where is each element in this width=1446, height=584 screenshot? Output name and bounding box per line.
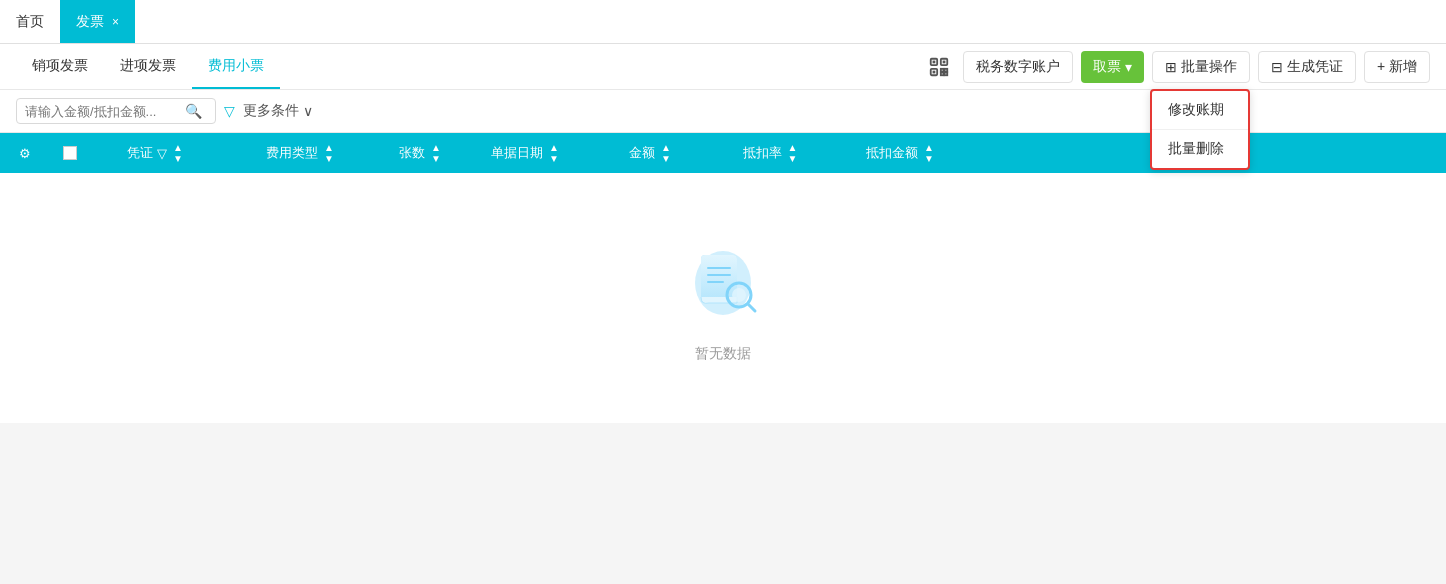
fetch-ticket-arrow: ▾ xyxy=(1125,59,1132,75)
generate-voucher-button[interactable]: ⊟ 生成凭证 xyxy=(1258,51,1356,83)
invoice-tab[interactable]: 发票 × xyxy=(60,0,135,43)
svg-rect-8 xyxy=(943,60,946,63)
date-sort: ▲▼ xyxy=(549,142,559,164)
batch-ops-label: 批量操作 xyxy=(1181,58,1237,76)
voucher-label: 凭证 xyxy=(127,144,153,162)
th-amount[interactable]: 金额 ▲▼ xyxy=(590,133,710,173)
th-checkbox[interactable] xyxy=(50,133,90,173)
modify-period-item[interactable]: 修改账期 xyxy=(1152,91,1248,129)
empty-icon xyxy=(673,233,773,333)
th-count[interactable]: 张数 ▲▼ xyxy=(380,133,460,173)
filter-icon: ▽ xyxy=(224,103,235,119)
svg-line-18 xyxy=(748,304,755,311)
invoice-tab-label: 发票 xyxy=(76,13,104,31)
fetch-ticket-label: 取票 xyxy=(1093,58,1121,76)
date-label: 单据日期 xyxy=(491,144,543,162)
generate-icon: ⊟ xyxy=(1271,59,1283,75)
expense-type-label: 费用类型 xyxy=(266,144,318,162)
deduct-amount-sort: ▲▼ xyxy=(924,142,934,164)
empty-state: 暂无数据 xyxy=(0,173,1446,423)
add-new-label: + 新增 xyxy=(1377,58,1417,76)
batch-ops-button[interactable]: ⊞ 批量操作 xyxy=(1152,51,1250,83)
svg-rect-9 xyxy=(933,70,936,73)
th-expense-type[interactable]: 费用类型 ▲▼ xyxy=(220,133,380,173)
fetch-ticket-button[interactable]: 取票 ▾ xyxy=(1081,51,1144,83)
tab-sales-invoice[interactable]: 销项发票 xyxy=(16,44,104,89)
table-container: ⚙ 凭证 ▽ ▲▼ 费用类型 ▲▼ 张数 ▲▼ 单据日期 ▲▼ 金额 ▲▼ 抵扣… xyxy=(0,133,1446,423)
sub-nav-left: 销项发票 进项发票 费用小票 xyxy=(16,44,280,89)
count-sort: ▲▼ xyxy=(431,142,441,164)
more-conditions[interactable]: ▽ 更多条件 ∨ xyxy=(224,102,313,120)
svg-rect-3 xyxy=(941,68,944,71)
tax-account-label: 税务数字账户 xyxy=(976,58,1060,76)
svg-rect-4 xyxy=(944,68,947,71)
voucher-filter-icon: ▽ xyxy=(157,146,167,161)
tab-purchase-invoice[interactable]: 进项发票 xyxy=(104,44,192,89)
sub-nav: 销项发票 进项发票 费用小票 税务数字账户 取票 ▾ ⊞ 批量操作 修改账期 xyxy=(0,44,1446,90)
sub-nav-right: 税务数字账户 取票 ▾ ⊞ 批量操作 修改账期 批量删除 ⊟ 生成凭证 + 新增 xyxy=(923,51,1430,83)
add-new-button[interactable]: + 新增 xyxy=(1364,51,1430,83)
svg-rect-6 xyxy=(944,72,947,75)
deduct-amount-label: 抵扣金额 xyxy=(866,144,918,162)
batch-ops-icon: ⊞ xyxy=(1165,59,1177,75)
search-icon[interactable]: 🔍 xyxy=(185,103,202,119)
svg-rect-12 xyxy=(701,255,737,303)
th-voucher[interactable]: 凭证 ▽ ▲▼ xyxy=(90,133,220,173)
svg-rect-5 xyxy=(941,72,944,75)
close-icon[interactable]: × xyxy=(112,15,119,29)
qr-icon xyxy=(928,56,950,78)
th-deduct-rate[interactable]: 抵扣率 ▲▼ xyxy=(710,133,830,173)
batch-delete-item[interactable]: 批量删除 xyxy=(1152,129,1248,168)
batch-dropdown-menu: 修改账期 批量删除 xyxy=(1150,89,1250,170)
expense-type-sort: ▲▼ xyxy=(324,142,334,164)
more-conditions-label: 更多条件 xyxy=(243,102,299,120)
chevron-down-icon: ∨ xyxy=(303,103,313,119)
search-wrapper: 🔍 xyxy=(16,98,216,124)
count-label: 张数 xyxy=(399,144,425,162)
tab-expense-receipt[interactable]: 费用小票 xyxy=(192,44,280,89)
amount-sort: ▲▼ xyxy=(661,142,671,164)
voucher-sort: ▲▼ xyxy=(173,142,183,164)
home-tab[interactable]: 首页 xyxy=(0,0,60,43)
svg-rect-7 xyxy=(933,60,936,63)
top-nav: 首页 发票 × xyxy=(0,0,1446,44)
generate-voucher-label: 生成凭证 xyxy=(1287,58,1343,76)
tax-account-button[interactable]: 税务数字账户 xyxy=(963,51,1073,83)
search-input[interactable] xyxy=(25,104,185,119)
deduct-rate-label: 抵扣率 xyxy=(743,144,782,162)
amount-label: 金额 xyxy=(629,144,655,162)
empty-text: 暂无数据 xyxy=(695,345,751,363)
select-all-checkbox[interactable] xyxy=(63,146,77,160)
qr-button[interactable] xyxy=(923,51,955,83)
th-deduct-amount[interactable]: 抵扣金额 ▲▼ xyxy=(830,133,970,173)
svg-point-17 xyxy=(732,288,746,302)
deduct-rate-sort: ▲▼ xyxy=(788,142,798,164)
settings-icon: ⚙ xyxy=(19,146,31,161)
batch-ops-wrapper: ⊞ 批量操作 修改账期 批量删除 xyxy=(1152,51,1250,83)
th-settings[interactable]: ⚙ xyxy=(0,133,50,173)
th-date[interactable]: 单据日期 ▲▼ xyxy=(460,133,590,173)
